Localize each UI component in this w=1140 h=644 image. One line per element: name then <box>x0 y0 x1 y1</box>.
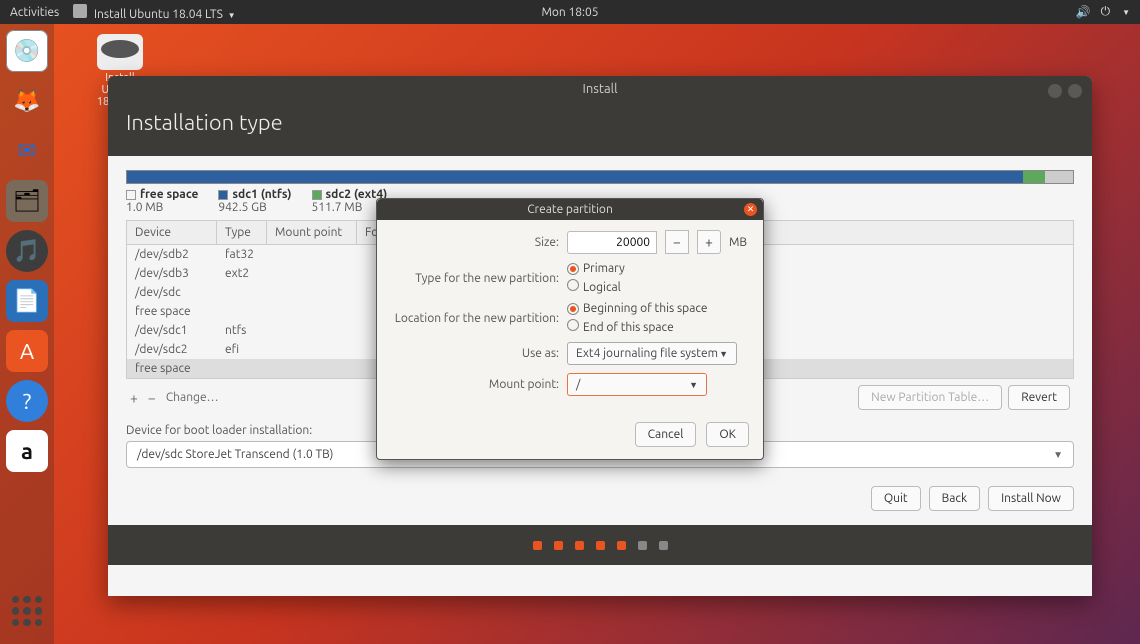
size-increment-button[interactable]: + <box>697 230 721 254</box>
dot-icon[interactable] <box>575 541 584 550</box>
radio-beginning[interactable]: Beginning of this space <box>567 302 708 315</box>
legend-size: 1.0 MB <box>126 201 198 214</box>
clock[interactable]: Mon 18:05 <box>541 6 598 19</box>
firefox-launcher-icon[interactable]: 🦊 <box>6 80 48 122</box>
radio-icon <box>567 263 579 275</box>
location-label: Location for the new partition: <box>391 312 559 325</box>
use-as-select[interactable]: Ext4 journaling file system ▼ <box>567 342 737 365</box>
add-partition-button[interactable]: + <box>130 390 138 406</box>
amazon-launcher-icon[interactable]: a <box>6 430 48 472</box>
change-partition-button[interactable]: Change… <box>166 391 219 404</box>
size-label: Size: <box>391 236 559 249</box>
type-label: Type for the new partition: <box>391 272 559 285</box>
ok-button[interactable]: OK <box>706 422 749 447</box>
col-mount: Mount point <box>267 221 357 244</box>
bootloader-value: /dev/sdc StoreJet Transcend (1.0 TB) <box>137 448 333 461</box>
page-heading: Installation type <box>108 96 1092 135</box>
disk-icon <box>97 34 143 70</box>
swatch-icon <box>312 190 322 200</box>
mount-point-label: Mount point: <box>391 378 559 391</box>
rhythmbox-launcher-icon[interactable]: 🎵 <box>6 230 48 272</box>
create-partition-dialog: Create partition ✕ Size: − + MB Type for… <box>376 198 764 460</box>
radio-icon <box>567 279 579 291</box>
revert-button[interactable]: Revert <box>1008 385 1070 410</box>
dot-icon[interactable] <box>533 541 542 550</box>
launcher-dock: 💿 🦊 ✉ 🗂 🎵 📄 A ? a <box>0 24 54 644</box>
help-launcher-icon[interactable]: ? <box>6 380 48 422</box>
radio-label: End of this space <box>583 321 674 334</box>
col-type: Type <box>217 221 267 244</box>
dot-icon[interactable] <box>617 541 626 550</box>
new-partition-table-button[interactable]: New Partition Table… <box>858 385 1002 410</box>
software-launcher-icon[interactable]: A <box>6 330 48 372</box>
slideshow-dots <box>108 525 1092 565</box>
chevron-down-icon: ▼ <box>719 349 728 359</box>
back-button[interactable]: Back <box>929 486 980 511</box>
cancel-button[interactable]: Cancel <box>635 422 697 447</box>
radio-label: Beginning of this space <box>583 302 708 315</box>
radio-primary[interactable]: Primary <box>567 262 625 275</box>
dot-icon[interactable] <box>659 541 668 550</box>
installer-launcher-icon[interactable]: 💿 <box>6 30 48 72</box>
radio-label: Primary <box>583 262 625 275</box>
dot-icon[interactable] <box>554 541 563 550</box>
col-device: Device <box>127 221 217 244</box>
size-input[interactable] <box>567 231 657 254</box>
radio-label: Logical <box>583 281 621 294</box>
radio-icon <box>567 303 579 315</box>
quit-button[interactable]: Quit <box>871 486 921 511</box>
radio-logical[interactable]: Logical <box>567 279 625 294</box>
use-as-label: Use as: <box>391 347 559 360</box>
install-now-button[interactable]: Install Now <box>988 486 1074 511</box>
swatch-icon <box>126 190 136 200</box>
select-value: Ext4 journaling file system <box>576 347 718 360</box>
dialog-title: Create partition ✕ <box>377 199 763 220</box>
swatch-icon <box>218 190 228 200</box>
libreoffice-launcher-icon[interactable]: 📄 <box>6 280 48 322</box>
active-app-name: Install Ubuntu 18.04 LTS <box>94 8 223 21</box>
window-close-icon[interactable] <box>1068 84 1082 98</box>
files-launcher-icon[interactable]: 🗂 <box>6 180 48 222</box>
window-title: Install <box>108 76 1092 96</box>
volume-icon[interactable]: 🔊 <box>1076 5 1091 19</box>
show-apps-icon[interactable] <box>12 596 42 626</box>
mount-point-select[interactable]: / ▼ <box>567 373 707 396</box>
window-minimize-icon[interactable] <box>1048 84 1062 98</box>
legend-label: sdc1 (ntfs) <box>232 188 291 201</box>
radio-end[interactable]: End of this space <box>567 319 708 334</box>
select-value: / <box>576 378 580 391</box>
top-panel: Activities Install Ubuntu 18.04 LTS ▼ Mo… <box>0 0 1140 24</box>
remove-partition-button[interactable]: − <box>148 390 156 406</box>
activities-button[interactable]: Activities <box>10 6 59 19</box>
size-unit: MB <box>729 236 747 249</box>
chevron-down-icon: ▼ <box>1053 449 1063 461</box>
app-icon <box>73 4 87 18</box>
dialog-close-icon[interactable]: ✕ <box>744 203 757 216</box>
legend-size: 942.5 GB <box>218 201 291 214</box>
chevron-down-icon: ▼ <box>228 11 236 20</box>
chevron-down-icon: ▼ <box>689 380 698 390</box>
size-decrement-button[interactable]: − <box>665 230 689 254</box>
chevron-down-icon[interactable]: ▼ <box>1122 8 1130 17</box>
legend-label: free space <box>140 188 198 201</box>
window-header: Install Installation type <box>108 76 1092 156</box>
power-icon[interactable]: ⏻ <box>1101 5 1111 19</box>
radio-icon <box>567 319 579 331</box>
thunderbird-launcher-icon[interactable]: ✉ <box>6 130 48 172</box>
active-app-indicator[interactable]: Install Ubuntu 18.04 LTS ▼ <box>73 4 235 21</box>
dot-icon[interactable] <box>638 541 647 550</box>
disk-usage-bar <box>126 170 1074 184</box>
dot-icon[interactable] <box>596 541 605 550</box>
